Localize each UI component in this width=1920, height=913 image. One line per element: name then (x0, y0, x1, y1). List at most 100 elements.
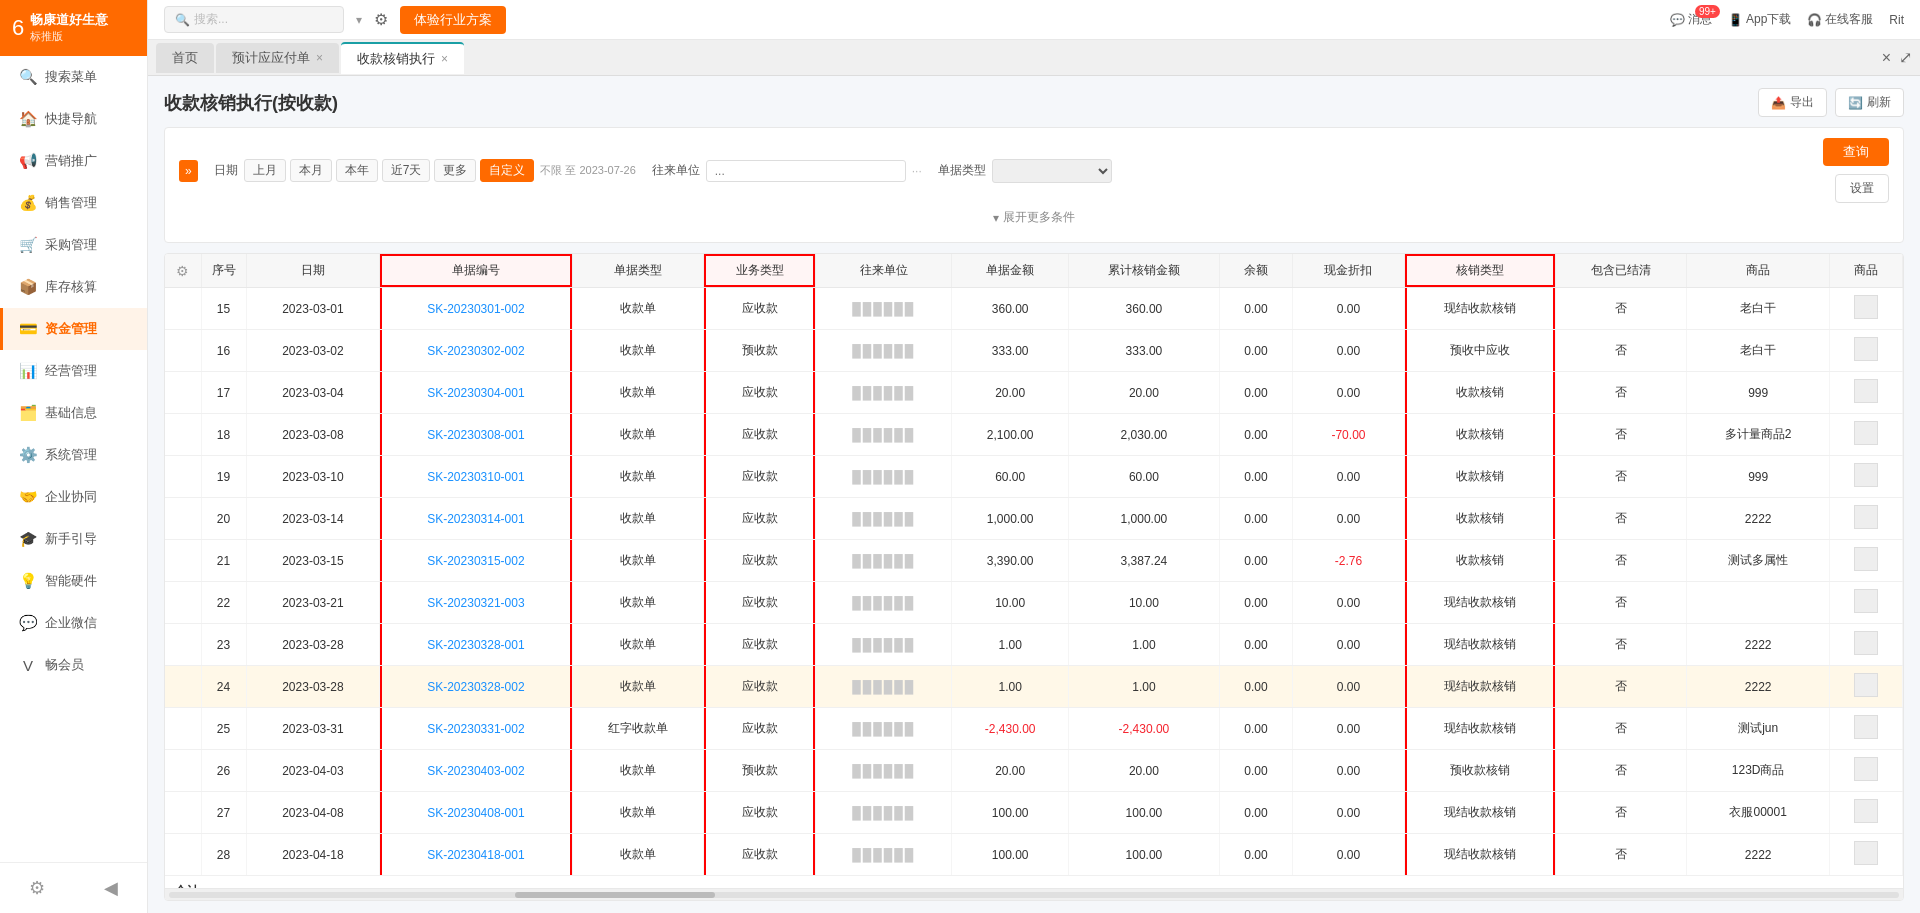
sidebar-item-sales[interactable]: 💰销售管理 (0, 182, 147, 224)
doc-link-8[interactable]: SK-20230328-001 (427, 638, 524, 652)
online-service-area[interactable]: 🎧 在线客服 (1807, 11, 1873, 28)
filter-more-btn[interactable]: 更多 (434, 159, 476, 182)
filter-last-month-btn[interactable]: 上月 (244, 159, 286, 182)
cell-counterpart: ██████ (816, 540, 952, 582)
filter-expand-more[interactable]: ▾ 展开更多条件 (179, 209, 1889, 226)
goods-thumbnail (1854, 295, 1878, 319)
sidebar-item-purchase[interactable]: 🛒采购管理 (0, 224, 147, 266)
cell-gear (165, 372, 201, 414)
cell-doc_no[interactable]: SK-20230321-003 (380, 582, 572, 624)
cell-seq: 27 (201, 792, 246, 834)
sidebar-item-operation[interactable]: 📊经营管理 (0, 350, 147, 392)
logo-text: 畅康道好生意 (30, 12, 108, 29)
sidebar-item-shortcut[interactable]: 🏠快捷导航 (0, 98, 147, 140)
topbar-dropdown-arrow[interactable]: ▾ (356, 13, 362, 27)
topbar-search[interactable]: 🔍 搜索... (164, 6, 344, 33)
cell-doc_no[interactable]: SK-20230328-001 (380, 624, 572, 666)
doc-link-3[interactable]: SK-20230308-001 (427, 428, 524, 442)
cell-doc_no[interactable]: SK-20230302-002 (380, 330, 572, 372)
cell-doc_no[interactable]: SK-20230418-001 (380, 834, 572, 876)
tabs-right-controls: × ⤢ (1882, 48, 1912, 67)
cell-verify_type: 现结收款核销 (1404, 288, 1555, 330)
sidebar-item-finance[interactable]: 💳资金管理 (0, 308, 147, 350)
sidebar-item-system[interactable]: ⚙️系统管理 (0, 434, 147, 476)
filter-counterpart-item: 往来单位 ··· (652, 160, 922, 182)
filter-expand-arrow[interactable]: » (179, 160, 198, 182)
filter-settings-button[interactable]: 设置 (1835, 174, 1889, 203)
filter-voucher-type-select[interactable] (992, 159, 1112, 183)
filter-counterpart-input[interactable] (706, 160, 906, 182)
tab-close-collection[interactable]: × (441, 52, 448, 66)
cell-doc_no[interactable]: SK-20230328-002 (380, 666, 572, 708)
scrollbar-thumb[interactable] (515, 892, 715, 898)
filter-7days-btn[interactable]: 近7天 (382, 159, 431, 182)
doc-link-4[interactable]: SK-20230310-001 (427, 470, 524, 484)
sidebar-item-marketing[interactable]: 📢营销推广 (0, 140, 147, 182)
doc-link-2[interactable]: SK-20230304-001 (427, 386, 524, 400)
cell-balance: 0.00 (1219, 414, 1292, 456)
tab-close-all-button[interactable]: × (1882, 48, 1891, 67)
doc-link-5[interactable]: SK-20230314-001 (427, 512, 524, 526)
table-wrapper[interactable]: ⚙序号日期单据编号单据类型业务类型往来单位单据金额累计核销金额余额现金折扣核销类… (165, 254, 1903, 888)
cell-counterpart: ██████ (816, 372, 952, 414)
doc-link-9[interactable]: SK-20230328-002 (427, 680, 524, 694)
app-download-area[interactable]: 📱 App下载 (1728, 11, 1791, 28)
app-download-label: App下载 (1746, 11, 1791, 28)
sidebar-label-inventory: 库存核算 (45, 278, 97, 296)
cell-doc_no[interactable]: SK-20230315-002 (380, 540, 572, 582)
sidebar-item-guide[interactable]: 🎓新手引导 (0, 518, 147, 560)
filter-query-button[interactable]: 查询 (1823, 138, 1889, 166)
filter-right-actions: 查询 设置 (1823, 138, 1889, 203)
sidebar-item-search[interactable]: 🔍搜索菜单 (0, 56, 147, 98)
cell-doc_no[interactable]: SK-20230331-002 (380, 708, 572, 750)
doc-link-12[interactable]: SK-20230408-001 (427, 806, 524, 820)
collapse-icon[interactable]: ◀ (100, 873, 122, 903)
tab-home[interactable]: 首页 (156, 43, 214, 73)
tab-close-pending[interactable]: × (316, 51, 323, 65)
doc-link-6[interactable]: SK-20230315-002 (427, 554, 524, 568)
cell-doc_amount: 10.00 (952, 582, 1068, 624)
tab-maximize-button[interactable]: ⤢ (1899, 48, 1912, 67)
refresh-button[interactable]: 🔄 刷新 (1835, 88, 1904, 117)
sidebar-item-wechat[interactable]: 💬企业微信 (0, 602, 147, 644)
filter-this-month-btn[interactable]: 本月 (290, 159, 332, 182)
export-button[interactable]: 📤 导出 (1758, 88, 1827, 117)
sidebar-item-inventory[interactable]: 📦库存核算 (0, 266, 147, 308)
filter-custom-btn[interactable]: 自定义 (480, 159, 534, 182)
sidebar-item-member[interactable]: V畅会员 (0, 644, 147, 686)
tab-pending[interactable]: 预计应应付单× (216, 43, 339, 73)
settings-bottom-icon[interactable]: ⚙ (25, 873, 49, 903)
doc-link-13[interactable]: SK-20230418-001 (427, 848, 524, 862)
cell-cash_discount: 0.00 (1292, 288, 1404, 330)
filter-this-year-btn[interactable]: 本年 (336, 159, 378, 182)
cell-doc_no[interactable]: SK-20230308-001 (380, 414, 572, 456)
table-scrollbar[interactable] (165, 888, 1903, 900)
cell-doc_no[interactable]: SK-20230314-001 (380, 498, 572, 540)
cell-doc_no[interactable]: SK-20230304-001 (380, 372, 572, 414)
industry-solution-button[interactable]: 体验行业方案 (400, 6, 506, 34)
table-settings-icon[interactable]: ⚙ (176, 263, 189, 279)
doc-link-10[interactable]: SK-20230331-002 (427, 722, 524, 736)
message-icon-area[interactable]: 💬 消息 99+ (1670, 11, 1712, 28)
cell-seq: 28 (201, 834, 246, 876)
doc-link-0[interactable]: SK-20230301-002 (427, 302, 524, 316)
user-area[interactable]: Rit (1889, 13, 1904, 27)
doc-link-1[interactable]: SK-20230302-002 (427, 344, 524, 358)
topbar-gear-icon[interactable]: ⚙ (374, 10, 388, 29)
sidebar-item-hardware[interactable]: 💡智能硬件 (0, 560, 147, 602)
cell-doc_no[interactable]: SK-20230301-002 (380, 288, 572, 330)
table-row: 182023-03-08SK-20230308-001收款单应收款██████2… (165, 414, 1903, 456)
cell-seq: 18 (201, 414, 246, 456)
doc-link-7[interactable]: SK-20230321-003 (427, 596, 524, 610)
sidebar-item-basic[interactable]: 🗂️基础信息 (0, 392, 147, 434)
cell-date: 2023-03-14 (246, 498, 380, 540)
cell-doc_no[interactable]: SK-20230408-001 (380, 792, 572, 834)
cell-cash_discount: -70.00 (1292, 414, 1404, 456)
sidebar-item-enterprise[interactable]: 🤝企业协同 (0, 476, 147, 518)
cell-doc_amount: 1.00 (952, 666, 1068, 708)
doc-link-11[interactable]: SK-20230403-002 (427, 764, 524, 778)
cell-doc_no[interactable]: SK-20230403-002 (380, 750, 572, 792)
cell-doc_no[interactable]: SK-20230310-001 (380, 456, 572, 498)
tab-collection[interactable]: 收款核销执行× (341, 42, 464, 74)
cell-counterpart: ██████ (816, 288, 952, 330)
